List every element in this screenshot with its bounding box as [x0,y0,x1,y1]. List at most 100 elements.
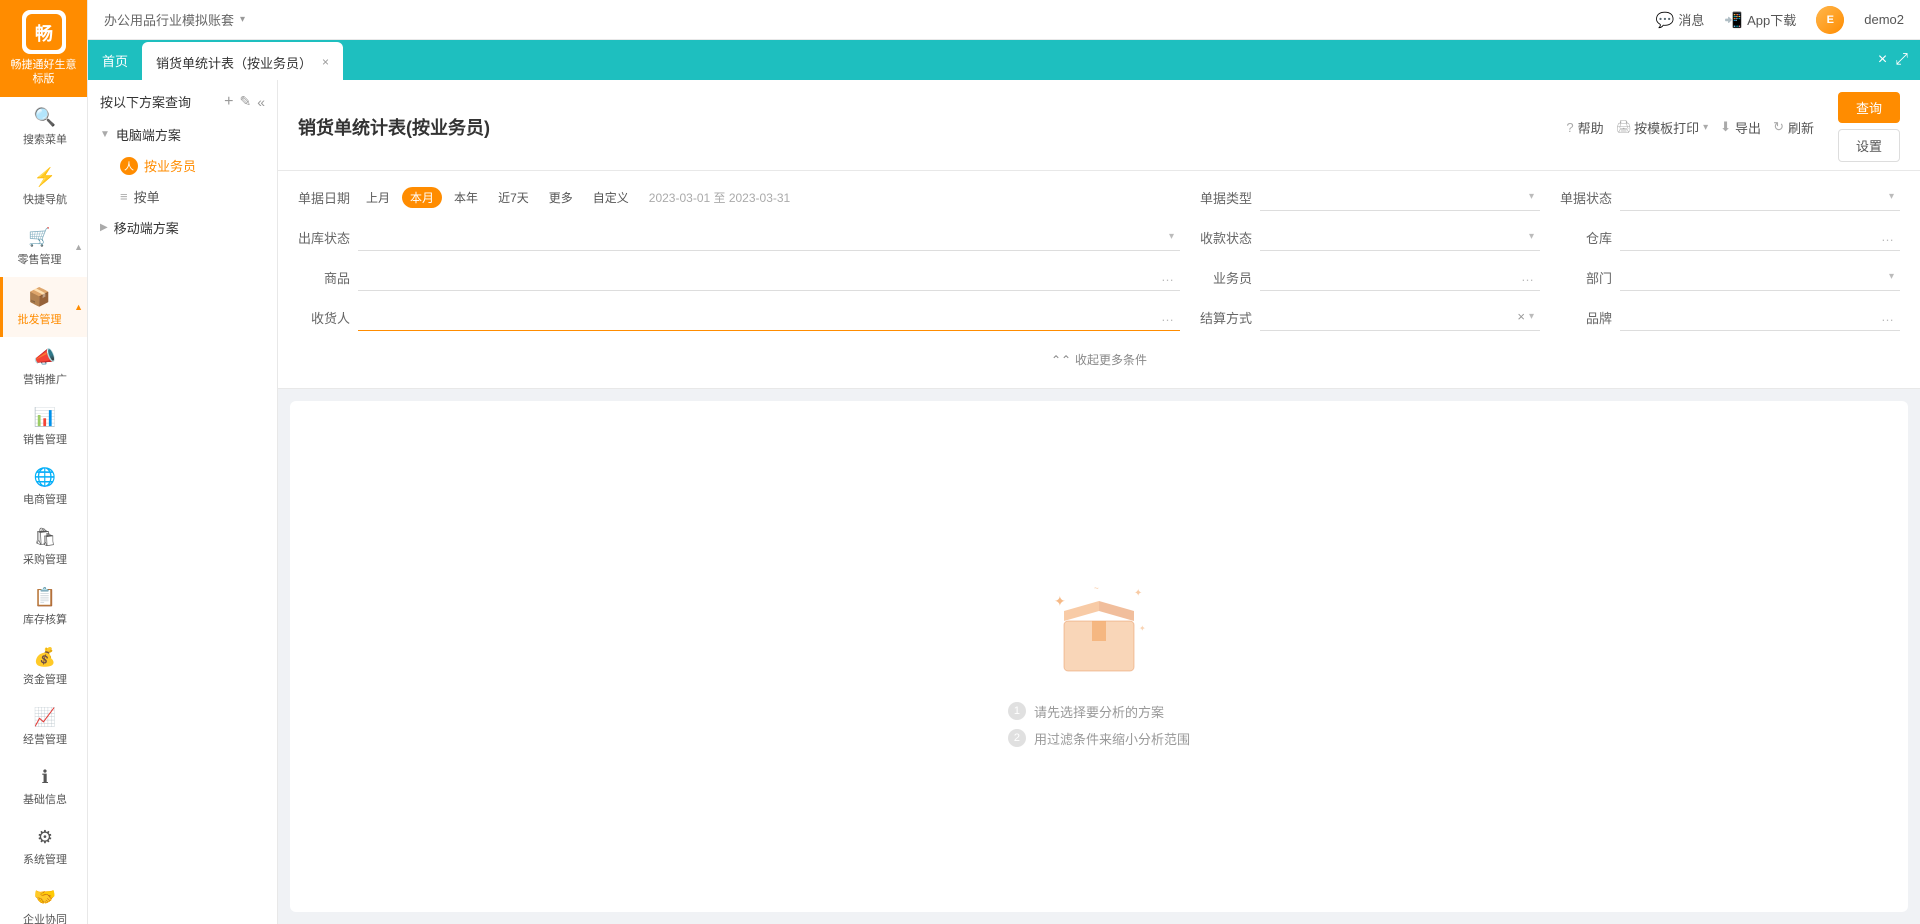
refresh-action[interactable]: ↻ 刷新 [1773,118,1814,137]
message-action[interactable]: 💬 消息 [1656,10,1705,29]
tip-text-2: 用过滤条件来缩小分析范围 [1034,729,1190,748]
template-print-label: 按模板打印 [1634,118,1699,137]
out-status-input[interactable]: ▾ [358,223,1180,251]
collect-status-arrow-icon: ▾ [1529,231,1534,242]
sidebar-item-finance[interactable]: 💰 资金管理 [0,637,87,697]
salesman-input[interactable]: … [1260,263,1540,291]
date-btn-currentmonth[interactable]: 本月 [402,187,442,208]
tree-child-salesman[interactable]: 人 按业务员 [88,150,277,181]
sidebar-item-operations[interactable]: 📈 经营管理 [0,697,87,757]
date-btn-last7[interactable]: 近7天 [490,187,537,208]
sidebar-item-wholesale[interactable]: 📦 批发管理 ▲ [0,277,87,337]
collapse-label: 收起更多条件 [1075,351,1147,368]
logo-text: 畅捷通好生意 标版 [6,58,81,87]
purchase-icon: 🛍 [34,527,57,548]
sidebar-item-purchase[interactable]: 🛍 采购管理 [0,517,87,577]
sidebar-item-search[interactable]: 🔍 搜索菜单 [0,97,87,157]
page-header: 销货单统计表(按业务员) ? 帮助 🖨 按模板打印 ▾ ⬇ 导出 [278,80,1920,171]
doc-status-input[interactable]: ▾ [1620,183,1900,211]
filter-item-doctype: 单据类型 ▾ [1200,183,1540,211]
sidebar-item-sales[interactable]: 📊 销售管理 [0,397,87,457]
svg-text:畅: 畅 [35,23,53,44]
export-action[interactable]: ⬇ 导出 [1720,118,1761,137]
goods-input[interactable]: … [358,263,1180,291]
sidebar-item-marketing[interactable]: 📣 营销推广 [0,337,87,397]
doc-type-label: 单据类型 [1200,188,1252,207]
svg-text:✦: ✦ [1054,593,1066,609]
query-button[interactable]: 查询 [1838,92,1900,123]
tree-expand-mobile-icon: ▶ [100,222,108,233]
app-download-action[interactable]: 📲 App下载 [1724,10,1796,29]
date-range-text: 2023-03-01 至 2023-03-31 [649,189,790,206]
tab-home[interactable]: 首页 [88,40,142,80]
empty-tips: 1 请先选择要分析的方案 2 用过滤条件来缩小分析范围 [1008,702,1190,748]
date-btn-lastmonth[interactable]: 上月 [358,187,398,208]
wholesale-icon: 📦 [28,287,50,308]
logo-area[interactable]: 畅 畅捷通好生意 标版 [0,0,87,97]
collapse-filter-button[interactable]: ⌃⌃ 收起更多条件 [1039,347,1159,372]
left-panel-title: 按以下方案查询 [100,92,191,111]
home-tab-label: 首页 [102,51,128,70]
sidebar-item-corp[interactable]: 🤝 企业协同 [0,877,87,924]
collect-status-input[interactable]: ▾ [1260,223,1540,251]
window-close-button[interactable]: × [1878,51,1887,69]
doc-type-input[interactable]: ▾ [1260,183,1540,211]
filter-row-4: 收货人 … 结算方式 × ▾ [298,303,1900,331]
page-title: 销货单统计表(按业务员) [298,114,490,140]
sidebar-item-inventory[interactable]: 📋 库存核算 [0,577,87,637]
help-action[interactable]: ? 帮助 [1566,118,1603,137]
sidebar-item-label: 快捷导航 [23,191,67,207]
edit-scheme-button[interactable]: ✎ [239,93,251,110]
sidebar-item-quicknav[interactable]: ⚡ 快捷导航 [0,157,87,217]
settlement-clear-icon[interactable]: × [1517,309,1525,324]
add-scheme-button[interactable]: + [224,93,233,111]
warehouse-input[interactable]: … [1620,223,1900,251]
svg-text:~: ~ [1094,584,1099,593]
empty-illustration: ✦ ✦ ✦ ~ [1039,566,1159,686]
search-icon: 🔍 [34,107,56,128]
tab-close-icon[interactable]: × [322,55,329,69]
set-button[interactable]: 设置 [1838,129,1900,162]
system-icon: ⚙ [37,827,53,848]
brand-input[interactable]: … [1620,303,1900,331]
expand-arrow-icon: ▲ [74,242,83,252]
filter-item-brand: 品牌 … [1560,303,1900,331]
sidebar-item-basic[interactable]: ℹ 基础信息 [0,757,87,817]
settlement-label: 结算方式 [1200,308,1252,327]
date-label: 单据日期 [298,188,350,207]
export-label: 导出 [1735,118,1761,137]
tree-parent-mobile[interactable]: ▶ 移动端方案 [88,212,277,243]
date-btn-currentyear[interactable]: 本年 [446,187,486,208]
doc-status-arrow-icon: ▾ [1889,191,1894,202]
user-avatar[interactable]: E [1816,6,1844,34]
department-input[interactable]: ▾ [1620,263,1900,291]
settlement-input[interactable]: × ▾ [1260,303,1540,331]
ecommerce-icon: 🌐 [34,467,56,488]
date-btn-custom[interactable]: 自定义 [585,187,637,208]
receiver-input[interactable]: … [358,303,1180,331]
collapse-panel-button[interactable]: « [257,94,265,110]
receiver-dots-icon: … [1161,309,1174,324]
sidebar-item-system[interactable]: ⚙ 系统管理 [0,817,87,877]
top-title-dropdown-icon[interactable]: ▾ [240,14,245,25]
date-btn-more[interactable]: 更多 [541,187,581,208]
sidebar-item-label: 库存核算 [23,611,67,627]
template-print-action[interactable]: 🖨 按模板打印 ▾ [1616,118,1709,137]
retail-icon: 🛒 [28,227,50,248]
filter-item-salesman: 业务员 … [1200,263,1540,291]
sidebar-item-ecommerce[interactable]: 🌐 电商管理 [0,457,87,517]
doc-type-arrow-icon: ▾ [1529,191,1534,202]
active-child-label: 按业务员 [144,156,196,175]
tree-parent-pc[interactable]: ▼ 电脑端方案 [88,119,277,150]
left-panel: 按以下方案查询 + ✎ « ▼ 电脑端方案 人 按业务员 ≡ 按单 [88,80,278,924]
sidebar-item-retail[interactable]: 🛒 零售管理 ▲ [0,217,87,277]
window-maximize-button[interactable]: ⤢ [1895,51,1908,69]
salesman-dots-icon: … [1521,269,1534,284]
doc-status-label: 单据状态 [1560,188,1612,207]
user-label[interactable]: demo2 [1864,12,1904,27]
tab-active[interactable]: 销货单统计表（按业务员） × [142,42,343,82]
active-tab-label: 销货单统计表（按业务员） [156,53,312,72]
sidebar-item-label: 搜索菜单 [23,131,67,147]
sidebar-nav: 🔍 搜索菜单 ⚡ 快捷导航 🛒 零售管理 ▲ 📦 批发管理 ▲ 📣 营销推广 [0,97,87,924]
tree-child-order[interactable]: ≡ 按单 [88,181,277,212]
